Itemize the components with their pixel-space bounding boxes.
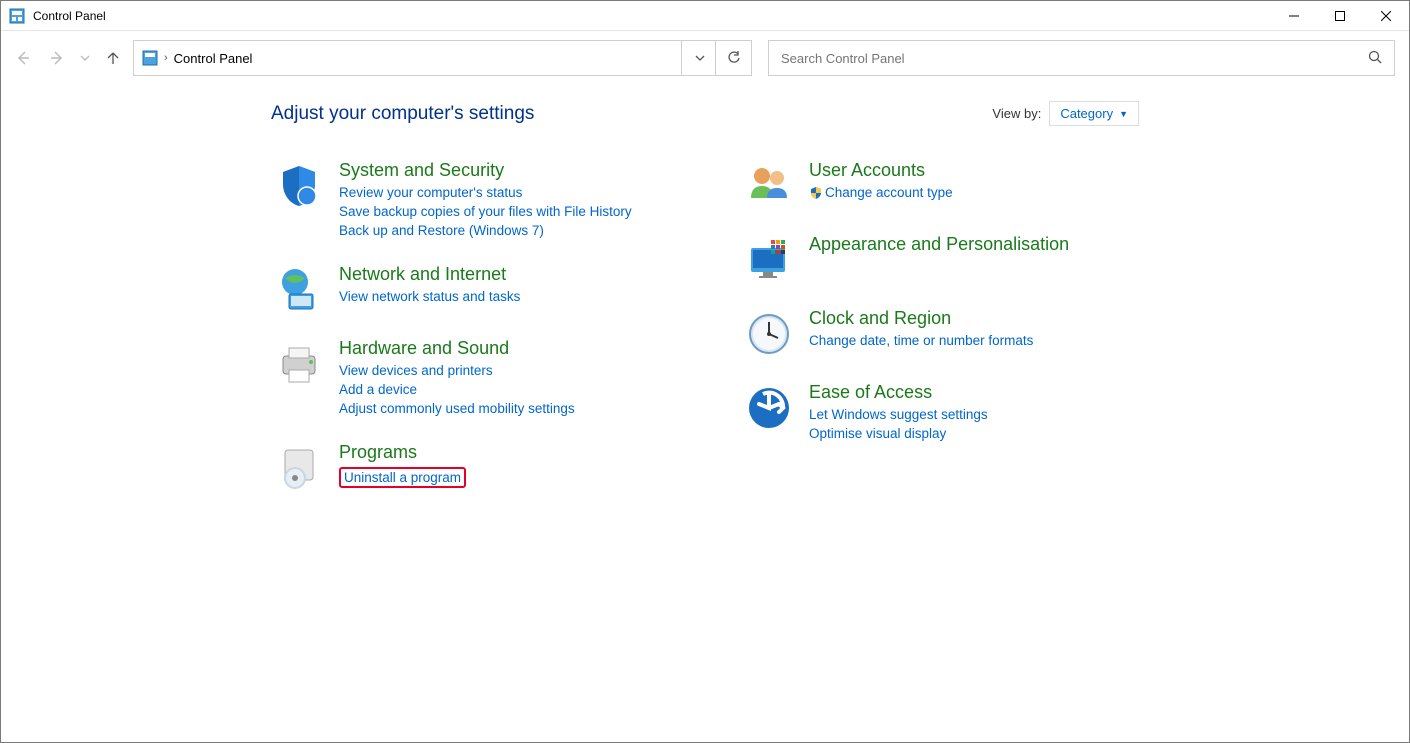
printer-icon — [271, 338, 327, 390]
link-text: Change account type — [825, 185, 953, 200]
view-by-dropdown[interactable]: Category ▼ — [1049, 101, 1139, 126]
programs-icon — [271, 442, 327, 494]
link-file-history[interactable]: Save backup copies of your files with Fi… — [339, 204, 681, 219]
back-button[interactable] — [9, 44, 37, 72]
link-visual-display[interactable]: Optimise visual display — [809, 426, 1151, 441]
link-network-status[interactable]: View network status and tasks — [339, 289, 681, 304]
refresh-button[interactable] — [715, 41, 751, 75]
category-network-internet: Network and Internet View network status… — [271, 264, 681, 316]
monitor-appearance-icon — [741, 234, 797, 286]
view-by-label: View by: — [992, 106, 1041, 121]
navbar: › Control Panel — [1, 31, 1409, 85]
left-column: System and Security Review your computer… — [271, 160, 681, 516]
breadcrumb-separator-icon: › — [164, 52, 168, 64]
category-clock-region: Clock and Region Change date, time or nu… — [741, 308, 1151, 360]
uac-shield-icon — [809, 186, 823, 200]
address-history-button[interactable] — [681, 41, 717, 75]
up-button[interactable] — [99, 44, 127, 72]
link-mobility-settings[interactable]: Adjust commonly used mobility settings — [339, 401, 681, 416]
link-devices-printers[interactable]: View devices and printers — [339, 363, 681, 378]
highlight-annotation: Uninstall a program — [339, 467, 466, 488]
close-button[interactable] — [1363, 1, 1409, 31]
recent-locations-button[interactable] — [77, 44, 93, 72]
category-title[interactable]: System and Security — [339, 160, 681, 181]
category-programs: Programs Uninstall a program — [271, 442, 681, 494]
address-bar[interactable]: › Control Panel — [133, 40, 752, 76]
link-date-time-formats[interactable]: Change date, time or number formats — [809, 333, 1151, 348]
maximize-button[interactable] — [1317, 1, 1363, 31]
search-box[interactable] — [768, 40, 1395, 76]
category-user-accounts: User Accounts Change account type — [741, 160, 1151, 212]
category-hardware-sound: Hardware and Sound View devices and prin… — [271, 338, 681, 420]
category-title[interactable]: Programs — [339, 442, 681, 463]
category-title[interactable]: User Accounts — [809, 160, 1151, 181]
breadcrumb-item[interactable]: Control Panel — [174, 51, 253, 66]
category-title[interactable]: Clock and Region — [809, 308, 1151, 329]
category-title[interactable]: Ease of Access — [809, 382, 1151, 403]
link-add-device[interactable]: Add a device — [339, 382, 681, 397]
link-review-status[interactable]: Review your computer's status — [339, 185, 681, 200]
window: Control Panel › Control P — [0, 0, 1410, 743]
category-title[interactable]: Hardware and Sound — [339, 338, 681, 359]
category-title[interactable]: Appearance and Personalisation — [809, 234, 1151, 255]
search-icon[interactable] — [1368, 50, 1382, 67]
globe-network-icon — [271, 264, 327, 316]
shield-icon — [271, 160, 327, 212]
categories: System and Security Review your computer… — [1, 144, 1409, 516]
search-input[interactable] — [781, 51, 1368, 66]
link-uninstall-program[interactable]: Uninstall a program — [344, 470, 461, 485]
minimize-button[interactable] — [1271, 1, 1317, 31]
window-title: Control Panel — [33, 9, 106, 23]
content-area: Adjust your computer's settings View by:… — [1, 85, 1409, 742]
category-appearance: Appearance and Personalisation — [741, 234, 1151, 286]
link-change-account-type[interactable]: Change account type — [809, 185, 1151, 200]
ease-of-access-icon — [741, 382, 797, 434]
page-heading: Adjust your computer's settings — [271, 103, 992, 125]
chevron-down-icon: ▼ — [1119, 109, 1128, 119]
link-backup-restore[interactable]: Back up and Restore (Windows 7) — [339, 223, 681, 238]
category-system-security: System and Security Review your computer… — [271, 160, 681, 242]
right-column: User Accounts Change account type — [741, 160, 1151, 516]
category-title[interactable]: Network and Internet — [339, 264, 681, 285]
view-by-value: Category — [1060, 106, 1113, 121]
forward-button[interactable] — [43, 44, 71, 72]
control-panel-icon — [142, 50, 158, 66]
category-ease-of-access: Ease of Access Let Windows suggest setti… — [741, 382, 1151, 445]
titlebar: Control Panel — [1, 1, 1409, 31]
control-panel-icon — [9, 8, 25, 24]
user-accounts-icon — [741, 160, 797, 212]
clock-icon — [741, 308, 797, 360]
link-suggest-settings[interactable]: Let Windows suggest settings — [809, 407, 1151, 422]
header-row: Adjust your computer's settings View by:… — [1, 101, 1409, 144]
